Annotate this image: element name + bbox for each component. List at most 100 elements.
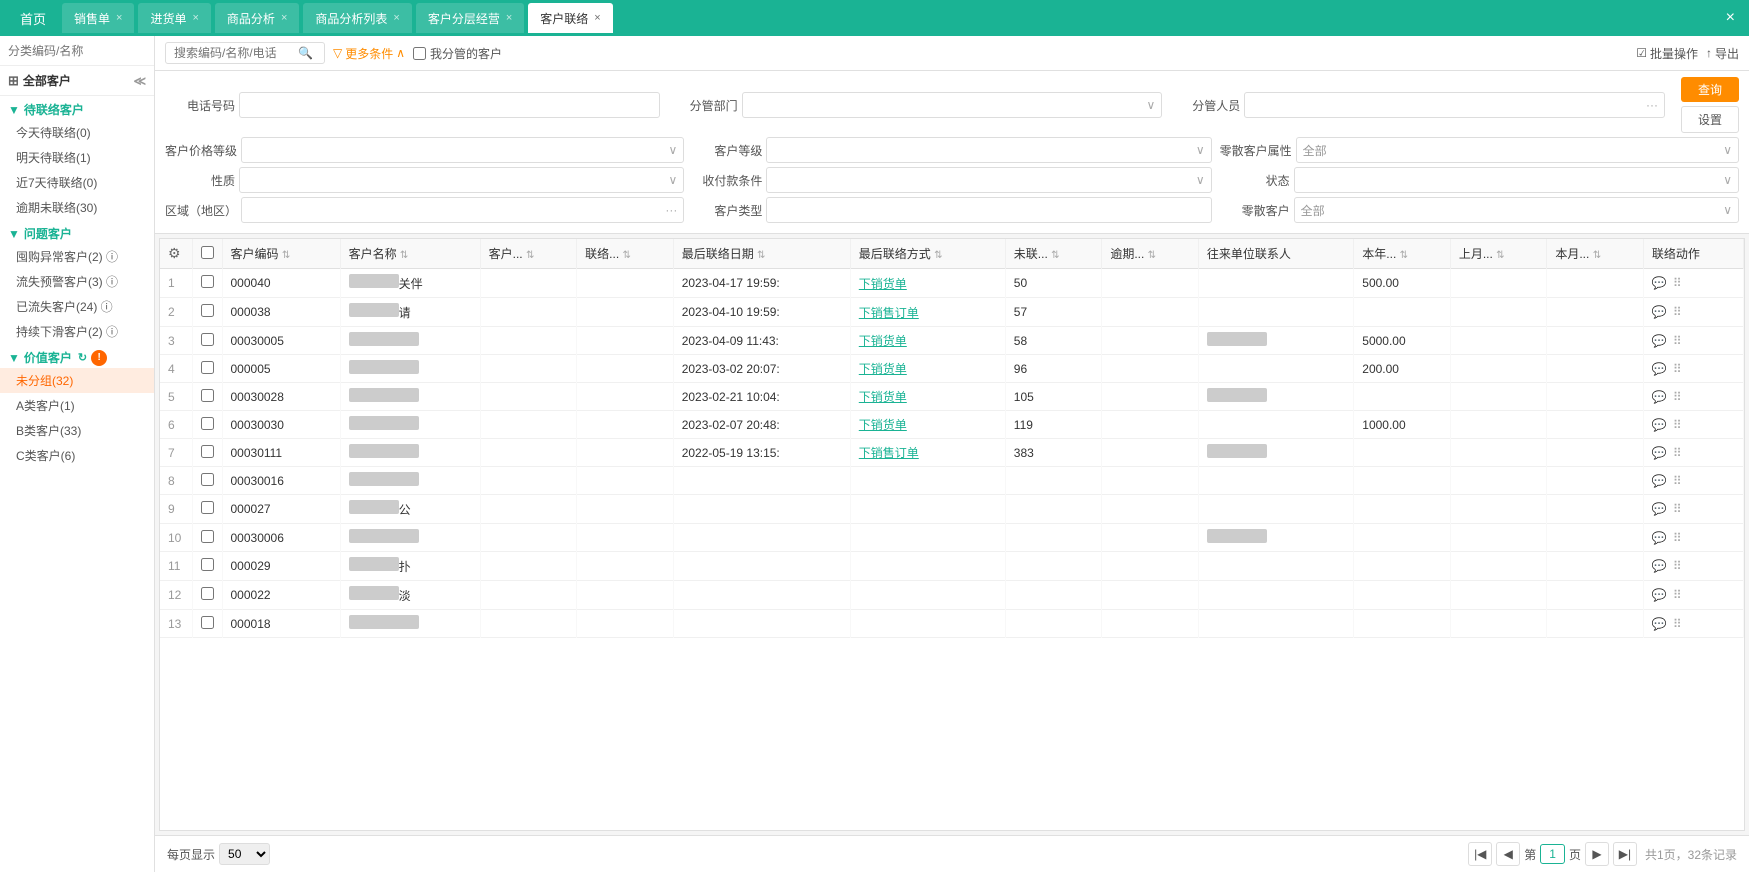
- message-icon[interactable]: 💬: [1652, 334, 1667, 348]
- contact-way-link[interactable]: 下销货单: [859, 334, 907, 348]
- message-icon[interactable]: 💬: [1652, 502, 1667, 516]
- sort-icon-name[interactable]: ⇅: [400, 250, 408, 261]
- export-btn[interactable]: ↑ 导出: [1706, 45, 1739, 62]
- more-conditions-btn[interactable]: ▽ 更多条件 ∧: [333, 45, 405, 62]
- gear-icon[interactable]: ⚙: [168, 245, 181, 261]
- value-refresh-icon[interactable]: ↻: [78, 351, 87, 364]
- sidebar-item-churn-warning[interactable]: 流失预警客户(3) ⓘ: [0, 269, 154, 294]
- sort-icon-last-date[interactable]: ⇅: [757, 250, 765, 261]
- row-checkbox[interactable]: [201, 445, 214, 458]
- message-icon[interactable]: 💬: [1652, 276, 1667, 290]
- message-icon[interactable]: 💬: [1652, 559, 1667, 573]
- last-page-btn[interactable]: ▶|: [1613, 842, 1637, 866]
- sidebar-all-customers[interactable]: ⊞ 全部客户 ≪: [0, 66, 154, 96]
- filter-phone-input[interactable]: [239, 92, 660, 118]
- more-icon[interactable]: ⠿: [1673, 418, 1682, 432]
- nav-tab-sales[interactable]: 销售单 ×: [62, 3, 134, 33]
- sidebar-item-churned[interactable]: 已流失客户(24) ⓘ: [0, 294, 154, 319]
- filter-payment-select[interactable]: ∨: [766, 167, 1211, 193]
- row-checkbox[interactable]: [201, 333, 214, 346]
- sort-icon-code[interactable]: ⇅: [282, 250, 290, 261]
- sidebar-search-input[interactable]: [8, 44, 155, 58]
- sidebar-item-week-pending[interactable]: 近7天待联络(0): [0, 170, 154, 195]
- nav-home[interactable]: 首页: [8, 0, 58, 36]
- message-icon[interactable]: 💬: [1652, 531, 1667, 545]
- more-icon[interactable]: ⠿: [1673, 390, 1682, 404]
- more-icon[interactable]: ⠿: [1673, 276, 1682, 290]
- sidebar-item-class-b[interactable]: B类客户(33): [0, 418, 154, 443]
- sidebar-item-no-group[interactable]: 未分组(32): [0, 368, 154, 393]
- more-icon[interactable]: ⠿: [1673, 362, 1682, 376]
- next-page-btn[interactable]: ▶: [1585, 842, 1609, 866]
- sort-icon-last-month[interactable]: ⇅: [1496, 250, 1504, 261]
- row-checkbox[interactable]: [201, 501, 214, 514]
- contact-way-link[interactable]: 下销售订单: [859, 446, 919, 460]
- more-icon[interactable]: ⠿: [1673, 588, 1682, 602]
- sort-icon-overdue[interactable]: ⇅: [1148, 250, 1156, 261]
- nav-tab-purchase[interactable]: 进货单 ×: [138, 3, 210, 33]
- sidebar-item-class-c[interactable]: C类客户(6): [0, 443, 154, 468]
- sort-icon-contact[interactable]: ⇅: [623, 250, 631, 261]
- first-page-btn[interactable]: |◀: [1468, 842, 1492, 866]
- message-icon[interactable]: 💬: [1652, 617, 1667, 631]
- window-close-button[interactable]: ×: [1720, 9, 1741, 27]
- row-checkbox[interactable]: [201, 304, 214, 317]
- filter-dept-select[interactable]: ∨: [742, 92, 1163, 118]
- th-checkbox[interactable]: [192, 239, 222, 269]
- contact-way-link[interactable]: 下销货单: [859, 418, 907, 432]
- more-icon[interactable]: ⠿: [1673, 334, 1682, 348]
- sidebar-item-tomorrow-pending[interactable]: 明天待联络(1): [0, 145, 154, 170]
- per-page-select[interactable]: 50 100 200: [219, 843, 270, 865]
- sidebar-item-hoarding-abnormal[interactable]: 囤购异常客户(2) ⓘ: [0, 244, 154, 269]
- nav-tab-customer-tier-close[interactable]: ×: [506, 12, 512, 24]
- nav-tab-analysis-list[interactable]: 商品分析列表 ×: [303, 3, 411, 33]
- row-checkbox[interactable]: [201, 389, 214, 402]
- main-search-icon[interactable]: 🔍: [298, 46, 313, 60]
- nav-tab-analysis[interactable]: 商品分析 ×: [215, 3, 299, 33]
- nav-tab-analysis-close[interactable]: ×: [281, 12, 287, 24]
- nav-tab-analysis-list-close[interactable]: ×: [393, 12, 399, 24]
- row-checkbox[interactable]: [201, 587, 214, 600]
- more-icon[interactable]: ⠿: [1673, 305, 1682, 319]
- contact-way-link[interactable]: 下销售订单: [859, 306, 919, 320]
- sort-icon-uncontacted[interactable]: ⇅: [1051, 250, 1059, 261]
- th-gear[interactable]: ⚙: [160, 239, 192, 269]
- row-checkbox[interactable]: [201, 275, 214, 288]
- sort-icon-this-month[interactable]: ⇅: [1593, 250, 1601, 261]
- filter-staff-select[interactable]: ···: [1244, 92, 1665, 118]
- row-checkbox[interactable]: [201, 417, 214, 430]
- sidebar-item-class-a[interactable]: A类客户(1): [0, 393, 154, 418]
- row-checkbox[interactable]: [201, 530, 214, 543]
- more-icon[interactable]: ⠿: [1673, 617, 1682, 631]
- message-icon[interactable]: 💬: [1652, 418, 1667, 432]
- contact-way-link[interactable]: 下销货单: [859, 277, 907, 291]
- contact-way-link[interactable]: 下销货单: [859, 362, 907, 376]
- row-checkbox[interactable]: [201, 473, 214, 486]
- more-icon[interactable]: ⠿: [1673, 502, 1682, 516]
- message-icon[interactable]: 💬: [1652, 305, 1667, 319]
- batch-op-btn[interactable]: ☑ 批量操作: [1636, 45, 1698, 62]
- row-checkbox[interactable]: [201, 558, 214, 571]
- sidebar-item-today-pending[interactable]: 今天待联络(0): [0, 120, 154, 145]
- nav-tab-customer-contact-close[interactable]: ×: [594, 12, 600, 24]
- prev-page-btn[interactable]: ◀: [1496, 842, 1520, 866]
- filter-cust-grade-select[interactable]: ∨: [766, 137, 1211, 163]
- main-search-input[interactable]: [174, 46, 294, 60]
- reset-button[interactable]: 设置: [1681, 106, 1739, 133]
- search-button[interactable]: 查询: [1681, 77, 1739, 102]
- more-icon[interactable]: ⠿: [1673, 474, 1682, 488]
- row-checkbox[interactable]: [201, 616, 214, 629]
- row-checkbox[interactable]: [201, 361, 214, 374]
- message-icon[interactable]: 💬: [1652, 474, 1667, 488]
- filter-price-grade-select[interactable]: ∨: [241, 137, 684, 163]
- message-icon[interactable]: 💬: [1652, 446, 1667, 460]
- sidebar-item-declining[interactable]: 持续下滑客户(2) ⓘ: [0, 319, 154, 344]
- sidebar-collapse-icon[interactable]: ≪: [133, 74, 146, 88]
- select-all-checkbox[interactable]: [201, 246, 214, 259]
- more-icon[interactable]: ⠿: [1673, 559, 1682, 573]
- filter-status-select[interactable]: ∨: [1294, 167, 1739, 193]
- filter-region-select[interactable]: ···: [241, 197, 684, 223]
- sort-icon-type[interactable]: ⇅: [526, 250, 534, 261]
- my-customers-checkbox[interactable]: 我分管的客户: [413, 45, 502, 62]
- nav-tab-purchase-close[interactable]: ×: [192, 12, 198, 24]
